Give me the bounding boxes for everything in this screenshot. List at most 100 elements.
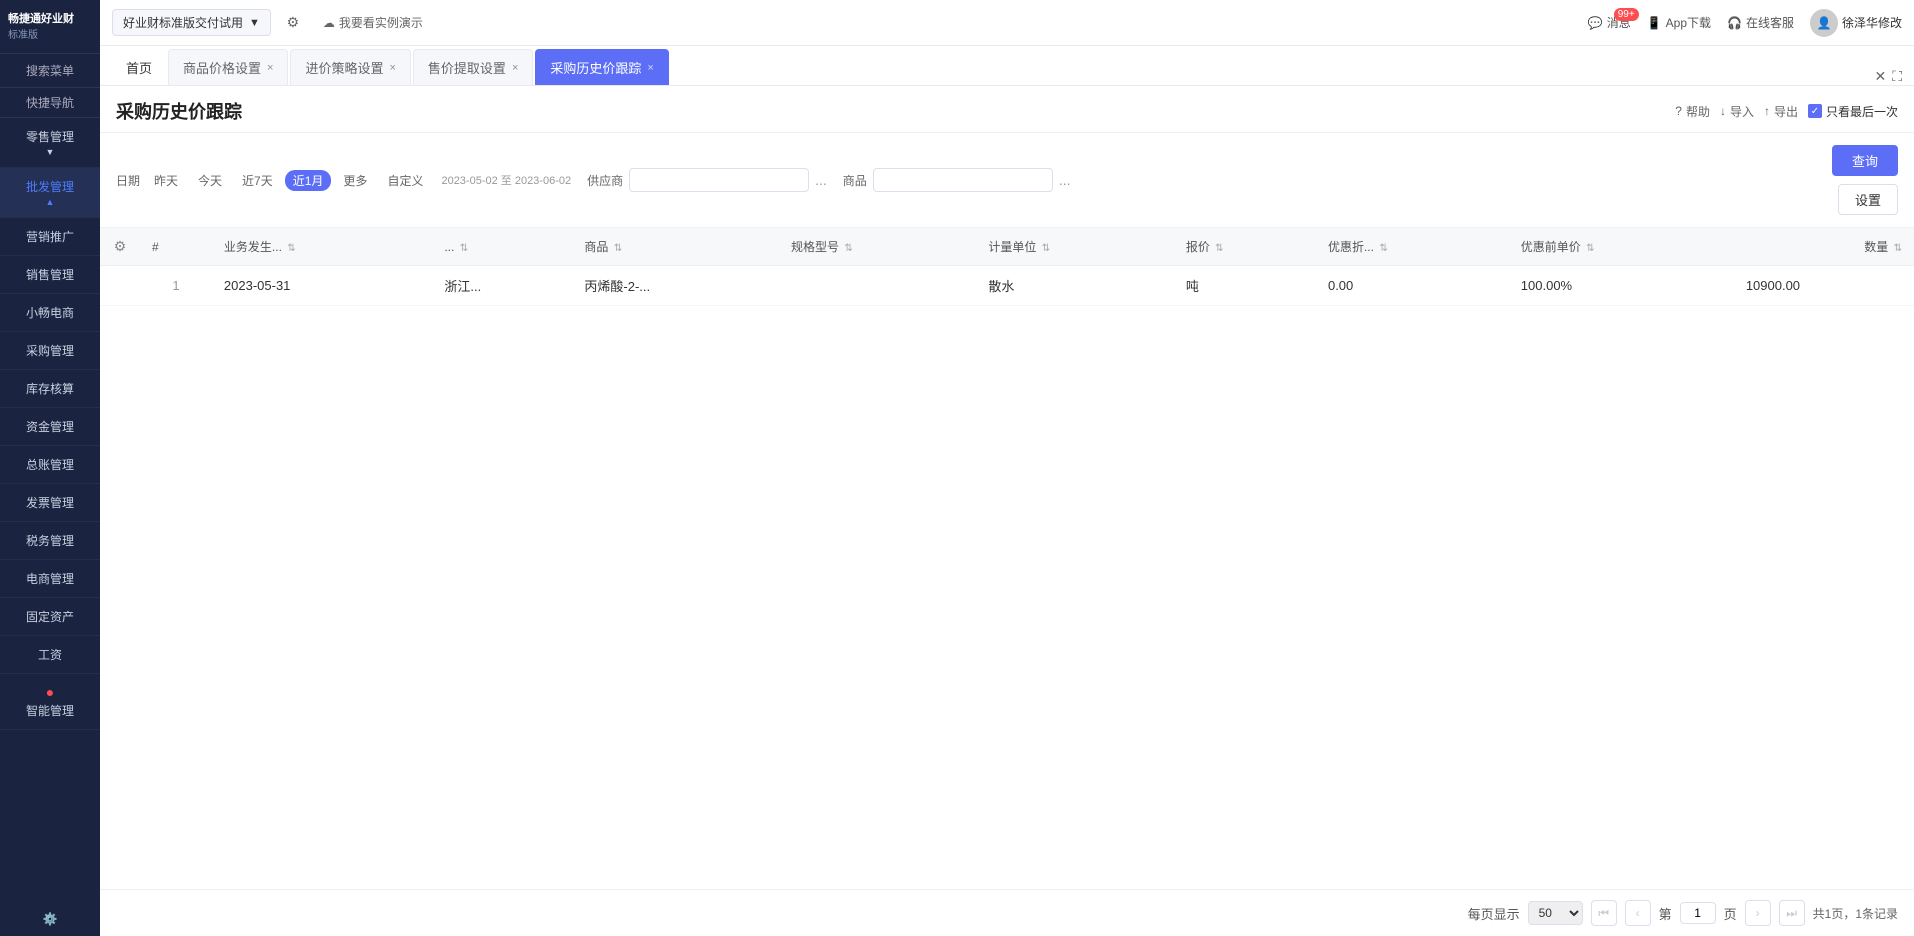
close-icon[interactable]: ✕	[1874, 68, 1886, 85]
help-button[interactable]: ? 帮助	[1675, 103, 1710, 120]
col-qty-header[interactable]: 数量 ⇅	[1734, 228, 1914, 266]
close-icon[interactable]: ×	[267, 62, 273, 74]
date-btn-7days[interactable]: 近7天	[234, 170, 281, 191]
col-discount-header[interactable]: 优惠折... ⇅	[1316, 228, 1509, 266]
sidebar: 畅捷通好业财 标准版 搜索菜单 快捷导航 零售管理 ▼ 批发管理 ▲ 营销推广 …	[0, 0, 100, 936]
query-button[interactable]: 查询	[1832, 145, 1898, 176]
tab-price-extract[interactable]: 售价提取设置 ×	[413, 49, 533, 85]
col-num-header: #	[140, 228, 212, 266]
date-btn-more[interactable]: 更多	[335, 170, 375, 191]
sidebar-item-ecommerce-label: 电商管理	[26, 570, 74, 587]
sidebar-item-ledger[interactable]: 总账管理	[0, 446, 100, 484]
date-btn-yesterday[interactable]: 昨天	[146, 170, 186, 191]
headset-icon: 🎧	[1727, 16, 1742, 30]
sidebar-search-label: 搜索菜单	[8, 62, 92, 79]
prev-page-button[interactable]: ‹	[1625, 900, 1651, 926]
sidebar-item-retail[interactable]: 零售管理 ▼	[0, 118, 100, 168]
import-button[interactable]: ↓ 导入	[1720, 103, 1754, 120]
tab-product-price[interactable]: 商品价格设置 ×	[168, 49, 288, 85]
sort-icon: ⇅	[460, 243, 468, 254]
settings-button[interactable]: 设置	[1838, 184, 1898, 215]
sidebar-item-ledger-label: 总账管理	[26, 456, 74, 473]
messages-badge: 99+	[1614, 8, 1639, 21]
topbar-settings-icon[interactable]: ⚙	[279, 9, 307, 37]
topbar: 好业财标准版交付试用 ▼ ⚙ ☁ 我要看实例演示 💬 消息 99+ 📱 App下…	[100, 0, 1914, 46]
version-selector[interactable]: 好业财标准版交付试用 ▼	[112, 9, 271, 36]
sidebar-item-finance[interactable]: 资金管理	[0, 408, 100, 446]
close-icon[interactable]: ×	[389, 62, 395, 74]
tab-home[interactable]: 首页	[112, 50, 166, 85]
per-page-label: 每页显示	[1468, 904, 1520, 923]
sidebar-item-marketing[interactable]: 营销推广	[0, 218, 100, 256]
close-icon[interactable]: ×	[647, 62, 653, 74]
expand-icon[interactable]: ⛶	[1892, 68, 1902, 85]
only-last-checkbox[interactable]: 只看最后一次	[1808, 103, 1898, 120]
col-spec-label: 规格型号	[791, 240, 839, 254]
chevron-down-icon: ▼	[46, 147, 55, 157]
col-spec-header[interactable]: 规格型号 ⇅	[779, 228, 976, 266]
filter-date: 日期 昨天 今天 近7天 近1月 更多 自定义 2023-05-02 至 202…	[116, 170, 571, 191]
sidebar-logo: 畅捷通好业财 标准版	[0, 0, 100, 54]
total-info: 共1页，1条记录	[1813, 905, 1898, 922]
import-label: 导入	[1730, 103, 1754, 120]
sidebar-item-settings[interactable]: ⚙️	[0, 902, 100, 936]
col-col2-header[interactable]: ... ⇅	[432, 228, 572, 266]
page-title: 采购历史价跟踪	[116, 98, 242, 124]
sidebar-item-payroll[interactable]: 工资	[0, 636, 100, 674]
sort-icon: ⇅	[844, 243, 852, 254]
tab-purchase-history[interactable]: 采购历史价跟踪 ×	[535, 49, 668, 85]
pagination: 每页显示 50 100 200 ⏮ ‹ 第 页 › ⏭ 共1页，1条记录	[100, 889, 1914, 936]
sidebar-item-finance-label: 资金管理	[26, 418, 74, 435]
first-page-button[interactable]: ⏮	[1591, 900, 1617, 926]
date-btn-today[interactable]: 今天	[190, 170, 230, 191]
date-btn-custom[interactable]: 自定义	[379, 170, 431, 191]
col-date-header[interactable]: 业务发生... ⇅	[212, 228, 432, 266]
filter-row: 日期 昨天 今天 近7天 近1月 更多 自定义 2023-05-02 至 202…	[116, 145, 1898, 215]
gear-icon[interactable]: ⚙	[114, 238, 127, 254]
sidebar-search[interactable]: 搜索菜单	[0, 54, 100, 88]
col-price-header[interactable]: 报价 ⇅	[1174, 228, 1316, 266]
sidebar-item-ecommerce-small[interactable]: 小畅电商	[0, 294, 100, 332]
sidebar-item-assets[interactable]: 固定资产	[0, 598, 100, 636]
date-btn-1month[interactable]: 近1月	[285, 170, 332, 191]
online-support-button[interactable]: 🎧 在线客服	[1727, 14, 1794, 31]
page-input[interactable]	[1680, 902, 1716, 924]
help-label: 帮助	[1686, 103, 1710, 120]
col-unit-price-header[interactable]: 优惠前单价 ⇅	[1509, 228, 1734, 266]
sidebar-item-ai[interactable]: ● 智能管理	[0, 674, 100, 730]
sidebar-item-sales-label: 销售管理	[26, 266, 74, 283]
sidebar-item-assets-label: 固定资产	[26, 608, 74, 625]
demo-link[interactable]: ☁ 我要看实例演示	[323, 14, 423, 31]
help-icon: ?	[1675, 104, 1682, 118]
col-product-header[interactable]: 商品 ⇅	[572, 228, 779, 266]
page: 采购历史价跟踪 ? 帮助 ↓ 导入 ↑ 导出	[100, 86, 1914, 936]
next-page-button[interactable]: ›	[1745, 900, 1771, 926]
product-input[interactable]	[873, 168, 1053, 192]
sidebar-item-wholesale[interactable]: 批发管理 ▲	[0, 168, 100, 218]
sidebar-item-ecommerce[interactable]: 电商管理	[0, 560, 100, 598]
close-icon[interactable]: ×	[512, 62, 518, 74]
avatar: 👤	[1810, 9, 1838, 37]
supplier-dots[interactable]: ...	[815, 172, 827, 188]
sidebar-item-purchase[interactable]: 采购管理	[0, 332, 100, 370]
app-download-button[interactable]: 📱 App下载	[1647, 14, 1711, 31]
user-menu[interactable]: 👤 徐泽华修改	[1810, 9, 1902, 37]
sidebar-nav[interactable]: 快捷导航	[0, 88, 100, 118]
tabbar-right: ✕ ⛶	[1874, 68, 1902, 85]
tab-product-price-label: 商品价格设置	[183, 58, 261, 77]
messages-button[interactable]: 💬 消息 99+	[1588, 14, 1631, 31]
tab-purchase-strategy[interactable]: 进价策略设置 ×	[290, 49, 410, 85]
sidebar-item-inventory[interactable]: 库存核算	[0, 370, 100, 408]
col-unit-header[interactable]: 计量单位 ⇅	[976, 228, 1173, 266]
sidebar-item-ai-label: 智能管理	[26, 702, 74, 719]
row-product: 丙烯酸-2-...	[572, 266, 779, 306]
supplier-input[interactable]	[629, 168, 809, 192]
last-page-button[interactable]: ⏭	[1779, 900, 1805, 926]
sort-icon: ⇅	[1379, 243, 1387, 254]
product-dots[interactable]: ...	[1059, 172, 1071, 188]
per-page-select[interactable]: 50 100 200	[1528, 901, 1583, 925]
sidebar-item-sales[interactable]: 销售管理	[0, 256, 100, 294]
sidebar-item-invoice[interactable]: 发票管理	[0, 484, 100, 522]
sidebar-item-tax[interactable]: 税务管理	[0, 522, 100, 560]
export-button[interactable]: ↑ 导出	[1764, 103, 1798, 120]
